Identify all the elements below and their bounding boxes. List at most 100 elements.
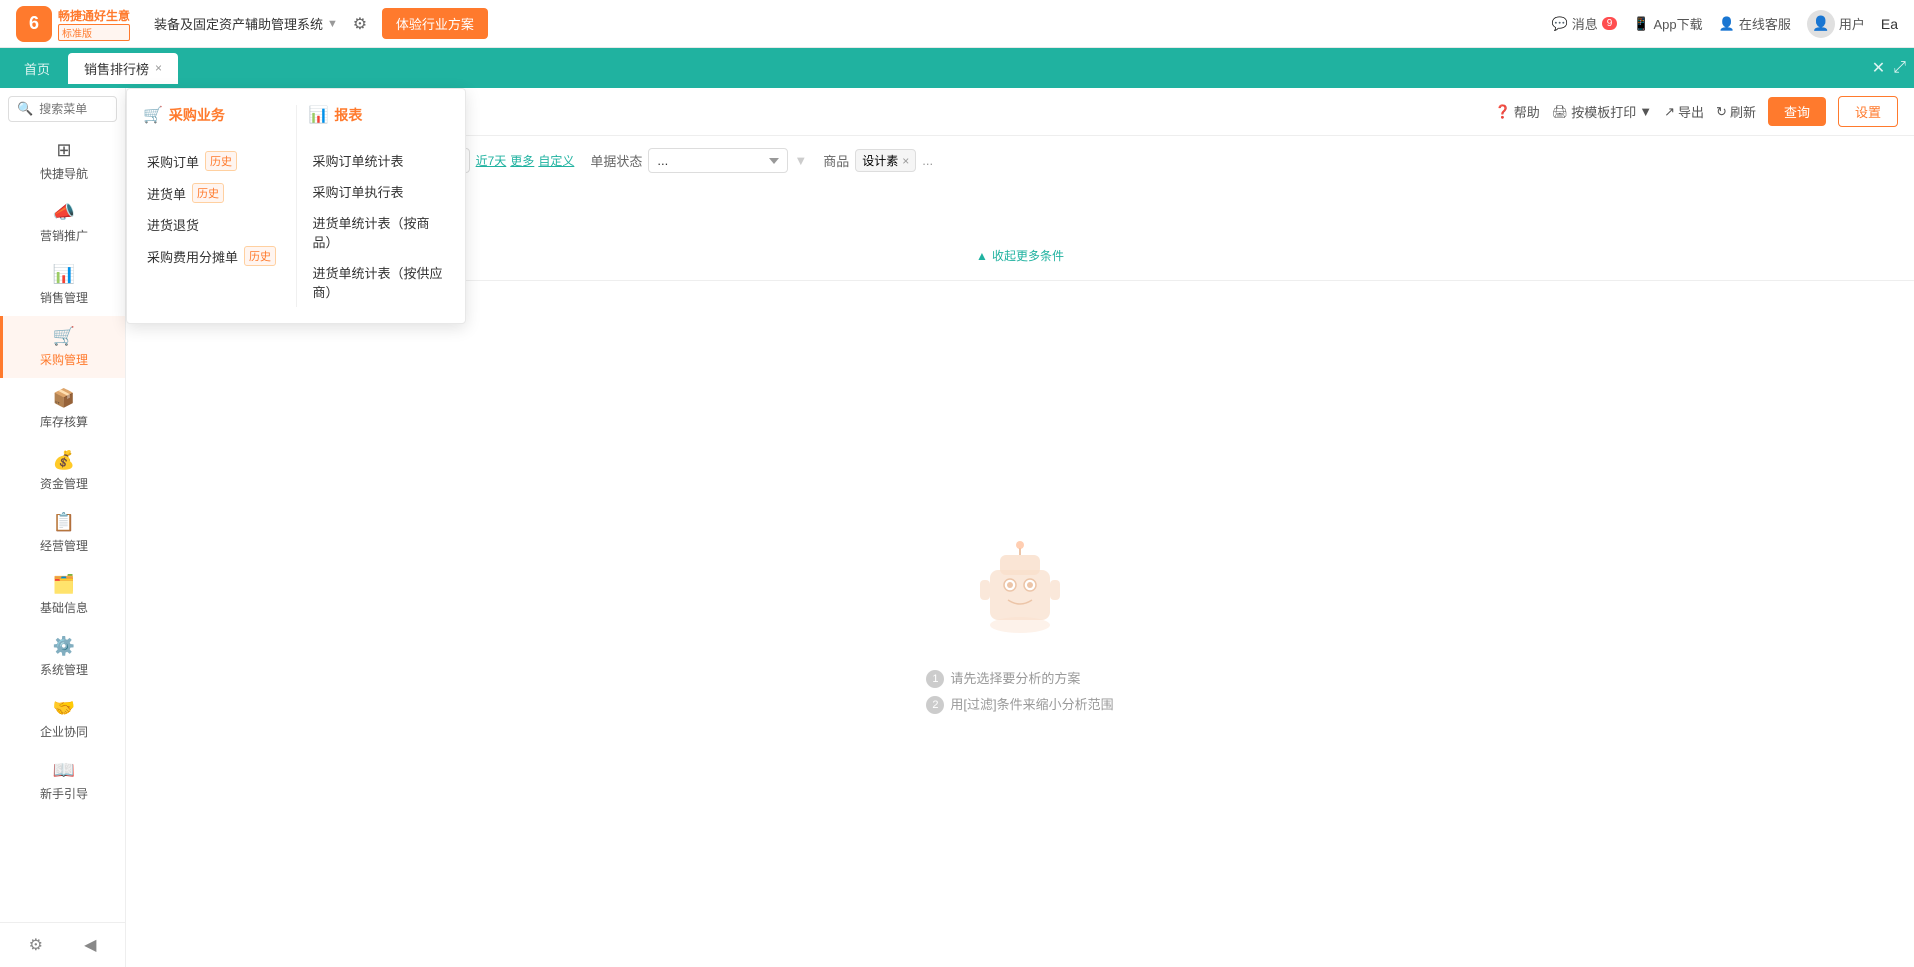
query-button[interactable]: 查询 xyxy=(1768,97,1826,126)
online-service-button[interactable]: 👤 在线客服 xyxy=(1719,14,1791,33)
sidebar-item-enterprise-label: 企业协同 xyxy=(40,723,88,740)
print-button[interactable]: 🖨 按模板打印 ▼ xyxy=(1552,102,1652,121)
tab-sales-rank[interactable]: 销售排行榜 × xyxy=(68,53,178,84)
purchase-order-stats-item[interactable]: 采购订单统计表 xyxy=(309,145,450,176)
sidebar-item-finance-label: 资金管理 xyxy=(40,475,88,492)
purchase-order-item[interactable]: 采购订单 历史 xyxy=(143,145,284,177)
system-title-dropdown[interactable]: 装备及固定资产辅助管理系统 ▼ xyxy=(154,14,338,33)
collapse-button[interactable]: ▲ 收起更多条件 xyxy=(976,247,1064,264)
dropdown-col-purchase: 🛒 采购业务 采购订单 历史 进货单 历史 进货退货 采购费用分摊单 历史 xyxy=(143,105,284,307)
top-bar-left: 6 畅捷通好生意 标准版 装备及固定资产辅助管理系统 ▼ ⚙ 体验行业方案 xyxy=(16,6,488,42)
stock-return-item[interactable]: 进货退货 xyxy=(143,209,284,240)
sidebar-search-input[interactable] xyxy=(39,102,109,116)
sales-icon: 📊 xyxy=(53,264,75,285)
help-button[interactable]: ❓ 帮助 xyxy=(1495,102,1540,121)
user-label: 用户 xyxy=(1839,14,1865,33)
tab-close-icon[interactable]: × xyxy=(155,61,162,75)
detection-text: Ea xyxy=(1881,16,1898,32)
sidebar-bottom: ⚙ ◀ xyxy=(0,922,125,967)
sidebar-item-purchase-label: 采购管理 xyxy=(40,351,88,368)
guide-icon: 📖 xyxy=(53,760,75,781)
service-icon: 👤 xyxy=(1719,16,1735,32)
sidebar-collapse-button[interactable]: ◀ xyxy=(84,935,96,955)
message-icon: 💬 xyxy=(1552,16,1568,32)
sidebar: 🔍 ⊞ 快捷导航 📣 营销推广 📊 销售管理 🛒 采购管理 📦 xyxy=(0,88,126,967)
report-col-icon: 📊 xyxy=(309,105,329,125)
empty-hint-2: 2 用[过滤]条件来缩小分析范围 xyxy=(926,692,1113,718)
preset-7days-button[interactable]: 近7天 xyxy=(476,152,507,169)
enterprise-icon: 🤝 xyxy=(53,698,75,719)
sidebar-item-operations[interactable]: 📋 经营管理 xyxy=(0,502,125,564)
system-title: 装备及固定资产辅助管理系统 xyxy=(154,14,323,33)
filter-status-item: 单据状态 ... ▼ xyxy=(590,148,807,173)
purchase-expense-item[interactable]: 采购费用分摊单 历史 xyxy=(143,240,284,272)
print-icon: 🖨 xyxy=(1552,104,1569,120)
sidebar-item-quick-nav[interactable]: ⊞ 快捷导航 xyxy=(0,130,125,192)
stock-return-label: 进货退货 xyxy=(147,215,199,234)
tab-home[interactable]: 首页 xyxy=(8,53,66,84)
status-label: 单据状态 xyxy=(590,151,642,170)
stock-stats-by-goods-label: 进货单统计表（按商品） xyxy=(313,213,446,251)
purchase-order-exec-label: 采购订单执行表 xyxy=(313,182,404,201)
tab-home-label: 首页 xyxy=(24,59,50,78)
finance-icon: 💰 xyxy=(53,450,75,471)
empty-hint-2-text: 用[过滤]条件来缩小分析范围 xyxy=(950,692,1113,718)
user-avatar: 👤 xyxy=(1807,10,1835,38)
date-presets: 近7天 更多 自定义 xyxy=(476,152,575,169)
system-icon: ⚙️ xyxy=(53,636,75,657)
stock-stats-by-supplier-item[interactable]: 进货单统计表（按供应商） xyxy=(309,257,450,307)
tab-fullscreen-button[interactable]: ⤢ xyxy=(1893,59,1906,77)
dropdown-columns: 🛒 采购业务 采购订单 历史 进货单 历史 进货退货 采购费用分摊单 历史 📊 xyxy=(143,105,449,307)
settings-config-button[interactable]: 设置 xyxy=(1838,96,1898,127)
operations-icon: 📋 xyxy=(53,512,75,533)
tab-bar: 首页 销售排行榜 × ✕ ⤢ xyxy=(0,48,1914,88)
empty-hint-1: 1 请先选择要分析的方案 xyxy=(926,666,1113,692)
system-settings-button[interactable]: ⚙ xyxy=(346,10,374,38)
sidebar-item-sales[interactable]: 📊 销售管理 xyxy=(0,254,125,316)
purchase-col-label: 采购业务 xyxy=(169,105,225,125)
export-button[interactable]: ↗ 导出 xyxy=(1664,102,1704,121)
sidebar-item-enterprise[interactable]: 🤝 企业协同 xyxy=(0,688,125,750)
dropdown-col-report: 📊 报表 采购订单统计表 采购订单执行表 进货单统计表（按商品） 进货单统计表（… xyxy=(309,105,450,307)
sidebar-search-area: 🔍 xyxy=(0,88,125,130)
preset-custom-button[interactable]: 自定义 xyxy=(538,152,574,169)
sidebar-item-basic-info-label: 基础信息 xyxy=(40,599,88,616)
export-icon: ↗ xyxy=(1664,104,1675,120)
sidebar-item-inventory[interactable]: 📦 库存核算 xyxy=(0,378,125,440)
message-label: 消息 xyxy=(1572,14,1598,33)
message-button[interactable]: 💬 消息 9 xyxy=(1552,14,1618,33)
refresh-button[interactable]: ↻ 刷新 xyxy=(1716,102,1756,121)
brand-name: 畅捷通好生意 xyxy=(58,7,130,24)
tab-bar-right: ✕ ⤢ xyxy=(1872,58,1906,78)
top-bar-right: 💬 消息 9 📱 App下载 👤 在线客服 👤 用户 Ea xyxy=(1552,10,1898,38)
sidebar-item-system[interactable]: ⚙️ 系统管理 xyxy=(0,626,125,688)
sidebar-search-box[interactable]: 🔍 xyxy=(8,96,117,122)
purchase-expense-label: 采购费用分摊单 xyxy=(147,247,238,266)
empty-illustration xyxy=(960,530,1080,650)
search-icon: 🔍 xyxy=(17,101,33,117)
stock-in-item[interactable]: 进货单 历史 xyxy=(143,177,284,209)
user-button[interactable]: 👤 用户 xyxy=(1807,10,1865,38)
sidebar-item-basic-info[interactable]: 🗂️ 基础信息 xyxy=(0,564,125,626)
sidebar-item-marketing[interactable]: 📣 营销推广 xyxy=(0,192,125,254)
logo-area: 6 畅捷通好生意 标准版 xyxy=(16,6,130,42)
purchase-icon: 🛒 xyxy=(53,326,75,347)
goods-more-icon[interactable]: ... xyxy=(922,153,933,168)
status-select[interactable]: ... xyxy=(648,148,788,173)
tab-close-all-button[interactable]: ✕ xyxy=(1872,58,1885,78)
purchase-expense-history-badge: 历史 xyxy=(244,246,276,266)
sidebar-item-purchase[interactable]: 🛒 采购管理 xyxy=(0,316,125,378)
sidebar-item-quick-nav-label: 快捷导航 xyxy=(40,165,88,182)
stock-stats-by-goods-item[interactable]: 进货单统计表（按商品） xyxy=(309,207,450,257)
sidebar-item-guide[interactable]: 📖 新手引导 xyxy=(0,750,125,812)
empty-state: 1 请先选择要分析的方案 2 用[过滤]条件来缩小分析范围 xyxy=(126,281,1914,967)
print-dropdown-icon: ▼ xyxy=(1639,104,1652,119)
sidebar-settings-button[interactable]: ⚙ xyxy=(29,935,43,955)
industry-solution-button[interactable]: 体验行业方案 xyxy=(382,8,488,39)
goods-tag-close-icon[interactable]: × xyxy=(902,154,909,168)
sidebar-item-finance[interactable]: 💰 资金管理 xyxy=(0,440,125,502)
refresh-icon: ↻ xyxy=(1716,104,1727,120)
preset-more-button[interactable]: 更多 xyxy=(510,152,534,169)
app-download-button[interactable]: 📱 App下载 xyxy=(1633,14,1702,33)
purchase-order-exec-item[interactable]: 采购订单执行表 xyxy=(309,176,450,207)
